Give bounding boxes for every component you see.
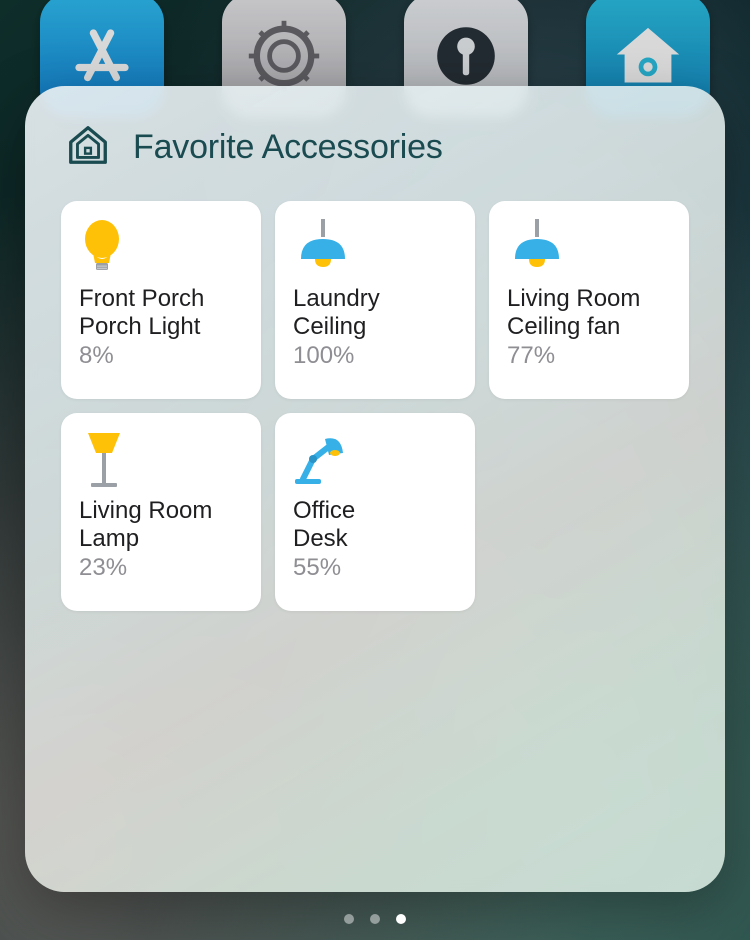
accessory-room: Living Room	[507, 285, 671, 313]
accessory-tile-office-desk[interactable]: Office Desk 55%	[275, 413, 475, 611]
widget-title: Favorite Accessories	[133, 128, 443, 167]
accessory-name: Lamp	[79, 525, 243, 553]
ceiling-light-icon	[507, 217, 567, 282]
accessory-status: 23%	[79, 554, 243, 582]
accessory-room: Living Room	[79, 497, 243, 525]
accessory-room: Office	[293, 497, 457, 525]
accessory-name: Desk	[293, 525, 457, 553]
accessory-room: Front Porch	[79, 285, 243, 313]
page-dot-active[interactable]	[396, 914, 406, 924]
desk-lamp-icon	[293, 429, 351, 492]
accessory-status: 77%	[507, 342, 671, 370]
page-dot[interactable]	[344, 914, 354, 924]
accessory-tile-living-room-ceiling-fan[interactable]: Living Room Ceiling fan 77%	[489, 201, 689, 399]
page-dot[interactable]	[370, 914, 380, 924]
ceiling-light-icon	[293, 217, 353, 282]
accessory-name: Ceiling fan	[507, 313, 671, 341]
accessory-tile-living-room-lamp[interactable]: Living Room Lamp 23%	[61, 413, 261, 611]
favorite-accessories-widget: Favorite Accessories Front Porch Porch L…	[25, 86, 725, 892]
accessory-status: 100%	[293, 342, 457, 370]
accessory-tile-laundry-ceiling[interactable]: Laundry Ceiling 100%	[275, 201, 475, 399]
page-indicator[interactable]	[0, 914, 750, 924]
accessory-tile-front-porch-light[interactable]: Front Porch Porch Light 8%	[61, 201, 261, 399]
accessory-name: Ceiling	[293, 313, 457, 341]
accessory-name: Porch Light	[79, 313, 243, 341]
accessory-grid: Front Porch Porch Light 8% Laundry Ceili…	[61, 201, 689, 611]
accessory-status: 8%	[79, 342, 243, 370]
bulb-icon	[79, 217, 125, 282]
accessory-status: 55%	[293, 554, 457, 582]
accessory-room: Laundry	[293, 285, 457, 313]
floor-lamp-icon	[79, 429, 129, 494]
widget-header: Favorite Accessories	[61, 122, 689, 173]
home-icon	[65, 122, 111, 173]
